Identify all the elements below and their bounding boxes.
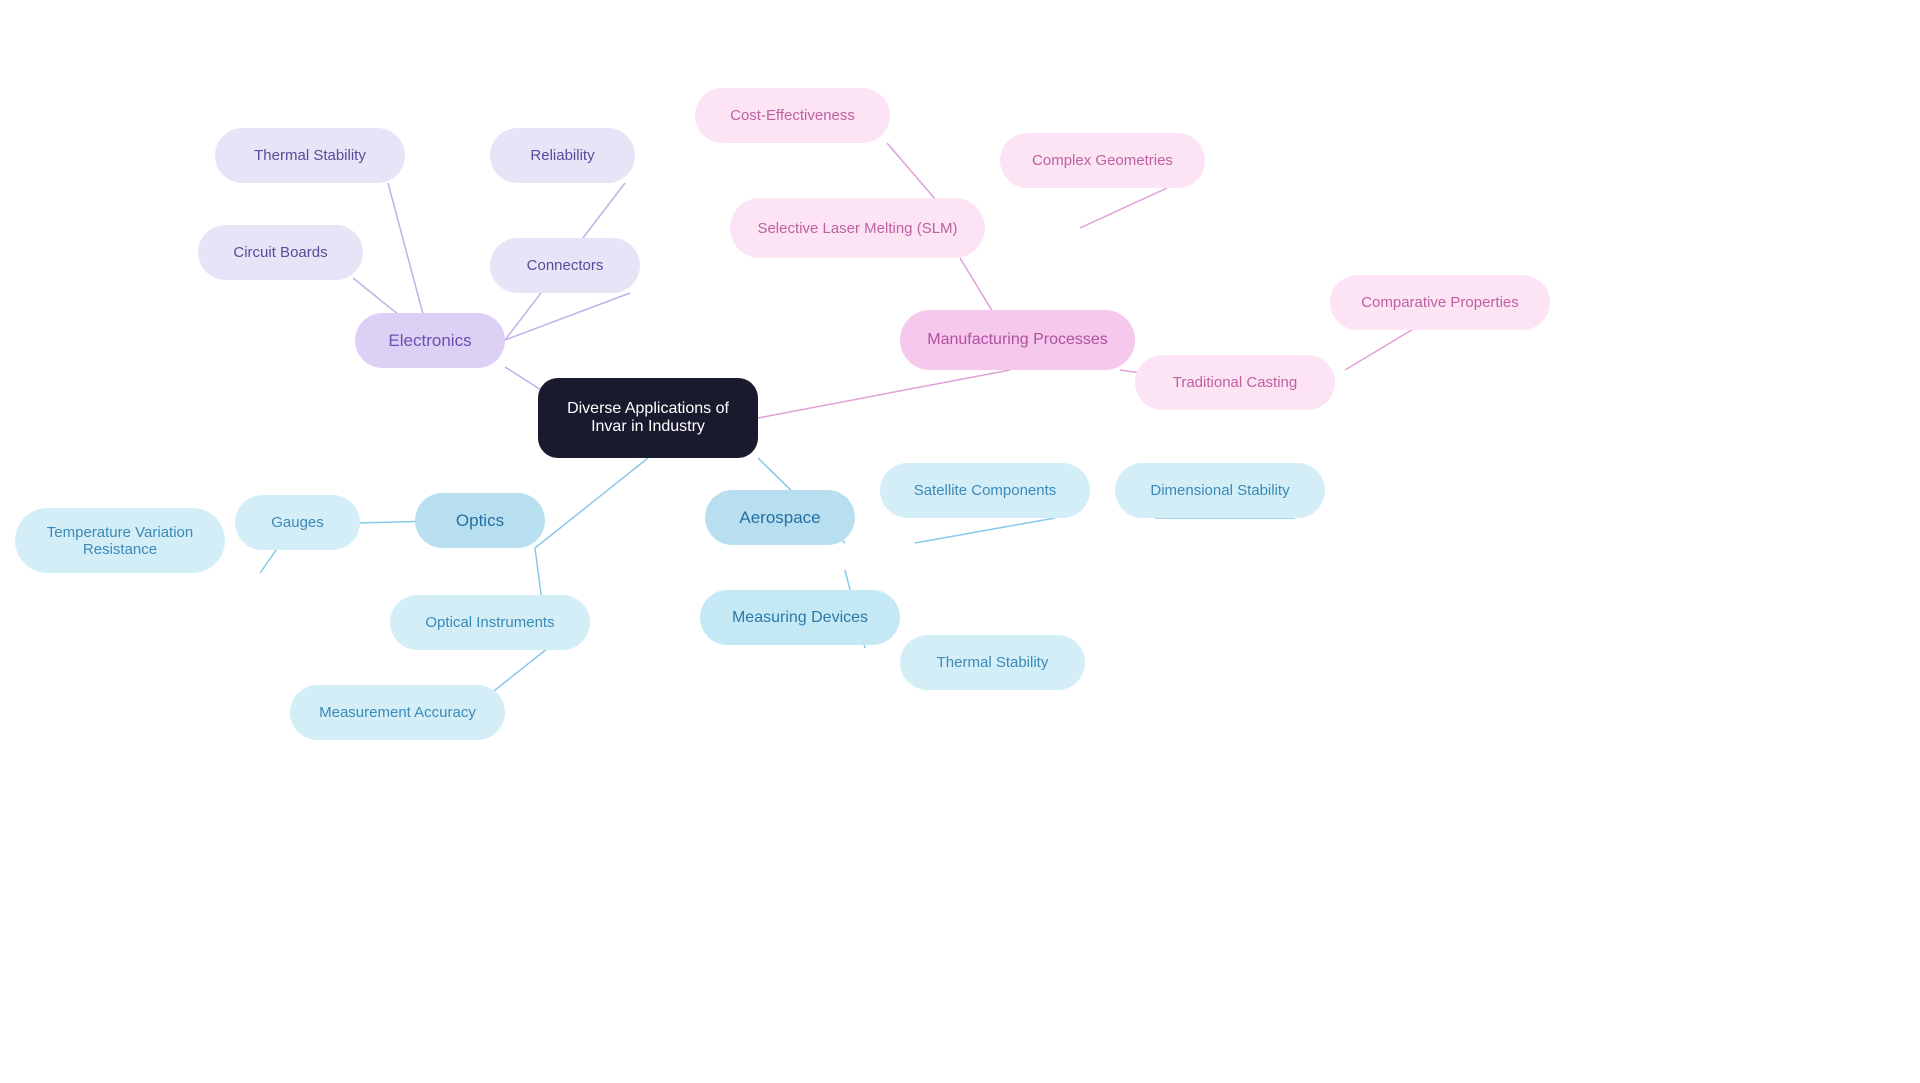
cost-effectiveness-node[interactable]: Cost-Effectiveness	[695, 88, 890, 143]
thermal-stability-1-node[interactable]: Thermal Stability	[215, 128, 405, 183]
circuit-boards-node[interactable]: Circuit Boards	[198, 225, 363, 280]
optical-instruments-node[interactable]: Optical Instruments	[390, 595, 590, 650]
traditional-casting-node[interactable]: Traditional Casting	[1135, 355, 1335, 410]
aerospace-node[interactable]: Aerospace	[705, 490, 855, 545]
satellite-components-node[interactable]: Satellite Components	[880, 463, 1090, 518]
dimensional-stability-node[interactable]: Dimensional Stability	[1115, 463, 1325, 518]
measurement-accuracy-node[interactable]: Measurement Accuracy	[290, 685, 505, 740]
slm-node[interactable]: Selective Laser Melting (SLM)	[730, 198, 985, 258]
thermal-stability-2-node[interactable]: Thermal Stability	[900, 635, 1085, 690]
comparative-properties-node[interactable]: Comparative Properties	[1330, 275, 1550, 330]
temp-variation-node[interactable]: Temperature Variation Resistance	[15, 508, 225, 573]
reliability-node[interactable]: Reliability	[490, 128, 635, 183]
complex-geometries-node[interactable]: Complex Geometries	[1000, 133, 1205, 188]
manufacturing-node[interactable]: Manufacturing Processes	[900, 310, 1135, 370]
electronics-node[interactable]: Electronics	[355, 313, 505, 368]
connectors-node[interactable]: Connectors	[490, 238, 640, 293]
measuring-devices-node[interactable]: Measuring Devices	[700, 590, 900, 645]
center-node[interactable]: Diverse Applications of Invar in Industr…	[538, 378, 758, 458]
optics-node[interactable]: Optics	[415, 493, 545, 548]
gauges-node[interactable]: Gauges	[235, 495, 360, 550]
